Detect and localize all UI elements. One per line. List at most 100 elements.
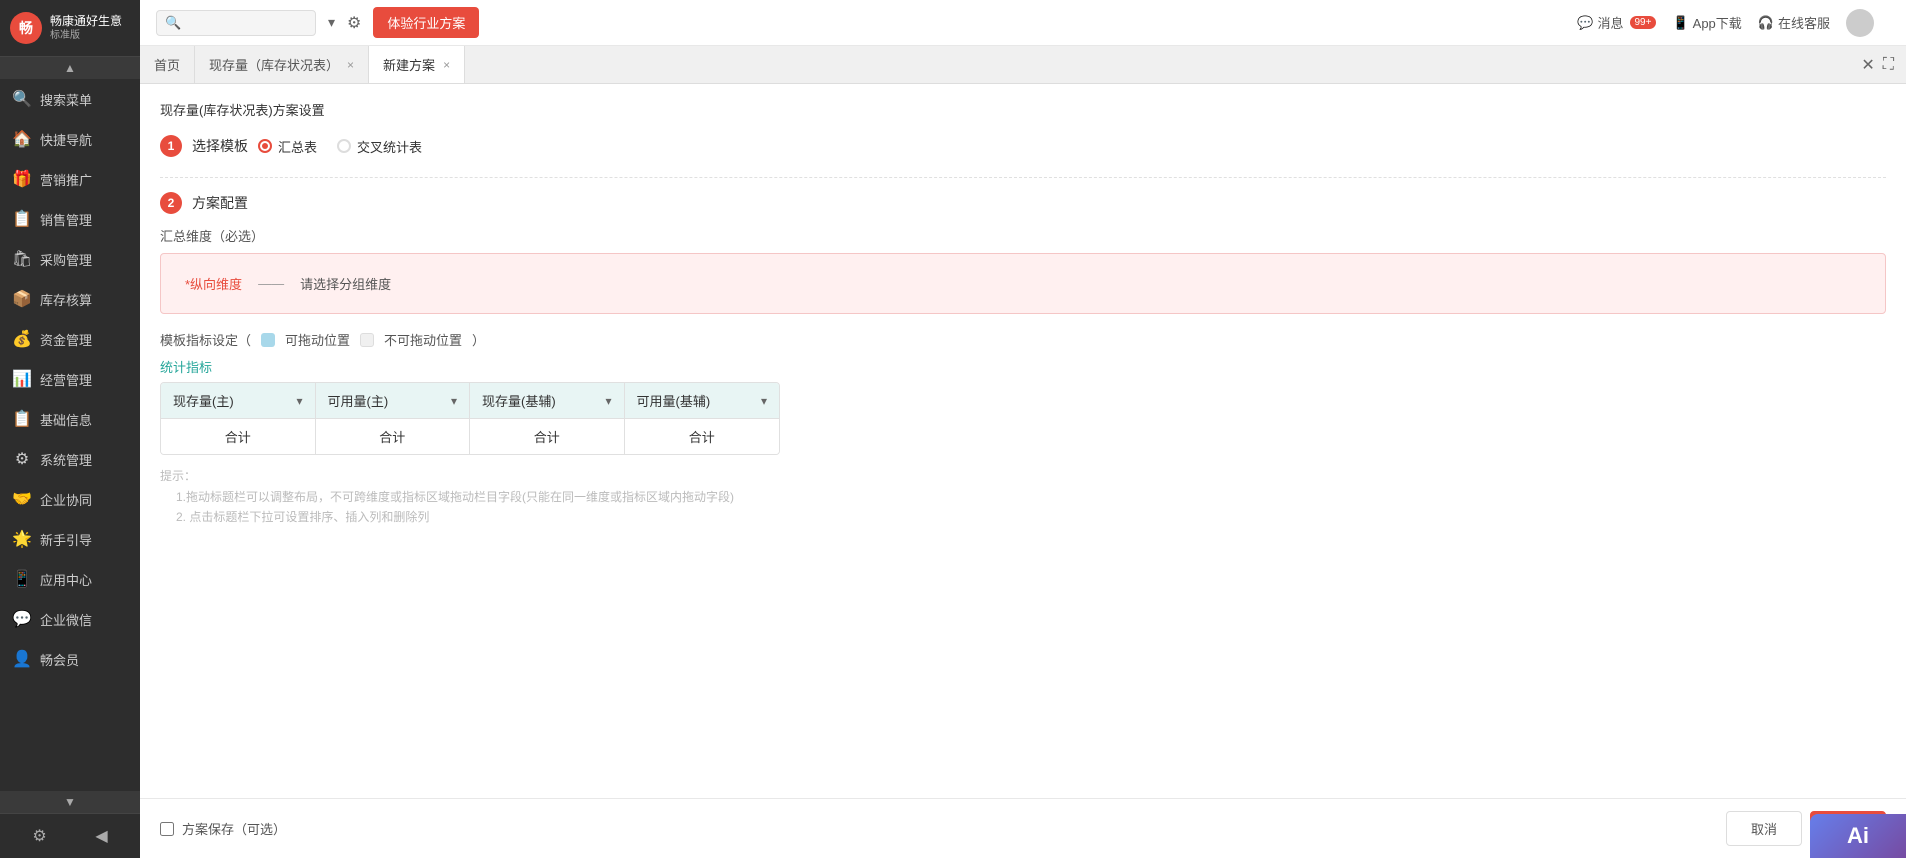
ai-badge[interactable]: Ai [1810, 814, 1906, 858]
sidebar-scroll-down[interactable]: ▼ [0, 791, 140, 813]
sidebar-item-operations[interactable]: 📊 经营管理 [0, 359, 140, 399]
home-icon: 🏠 [12, 129, 32, 149]
stats-table-body: 合计 合计 合计 合计 [161, 418, 779, 454]
sidebar-item-marketing[interactable]: 🎁 营销推广 [0, 159, 140, 199]
search-magnifier-icon: 🔍 [165, 15, 181, 31]
section2-header: 2 方案配置 [160, 192, 1886, 214]
tabs-expand-btn[interactable]: ⛶ [1883, 56, 1894, 74]
radio-summary-dot [258, 139, 272, 153]
sidebar-bottom: ⚙ ◀ [0, 813, 140, 858]
sidebar-item-quick-nav[interactable]: 🏠 快捷导航 [0, 119, 140, 159]
col-1-dropdown-icon[interactable]: ▾ [296, 394, 302, 408]
tab-new-scheme-close[interactable] [443, 58, 450, 72]
cancel-button[interactable]: 取消 [1726, 811, 1802, 846]
sidebar-item-member[interactable]: 👤 畅会员 [0, 639, 140, 679]
topbar-search-box[interactable]: 🔍 [156, 10, 316, 36]
stats-cell-2: 合计 [316, 418, 471, 454]
section-scheme-config: 2 方案配置 汇总维度（必选） *纵向维度 —— 请选择分组维度 模板指标设定（… [160, 192, 1886, 525]
draggable-badge [261, 333, 275, 347]
sidebar-item-finance[interactable]: 💰 资金管理 [0, 319, 140, 359]
tab-new-scheme[interactable]: 新建方案 [369, 46, 465, 83]
sidebar-item-app-center[interactable]: 📱 应用中心 [0, 559, 140, 599]
sidebar-item-sales[interactable]: 📋 销售管理 [0, 199, 140, 239]
tab-inventory-close[interactable] [347, 58, 354, 72]
sidebar-item-inventory[interactable]: 📦 库存核算 [0, 279, 140, 319]
inventory-icon: 📦 [12, 289, 32, 309]
tabs-bar: 首页 现存量（库存状况表） 新建方案 ✕ ⛶ [140, 46, 1906, 84]
stats-cell-3: 合计 [470, 418, 625, 454]
stats-col-3-header[interactable]: 现存量(基辅) ▾ [470, 383, 625, 418]
search-input[interactable] [187, 16, 287, 30]
sidebar-item-basic-info[interactable]: 📋 基础信息 [0, 399, 140, 439]
sidebar-item-enterprise-wechat[interactable]: 💬 企业微信 [0, 599, 140, 639]
app-logo-text: 畅康通好生意 标准版 [50, 13, 122, 44]
topbar-right: 💬 消息 99+ 📱 App下载 🎧 在线客服 [1577, 9, 1890, 37]
tab-inventory[interactable]: 现存量（库存状况表） [195, 46, 369, 83]
purchase-icon: 🛍 [12, 249, 32, 269]
col-2-dropdown-icon[interactable]: ▾ [451, 394, 457, 408]
topbar-gear-icon[interactable]: ⚙ [347, 13, 361, 33]
trial-btn[interactable]: 体验行业方案 [373, 7, 479, 38]
avatar[interactable] [1846, 9, 1874, 37]
sidebar-collapse-btn[interactable]: ◀ [91, 822, 111, 850]
radio-summary[interactable]: 汇总表 [258, 137, 317, 156]
tabs-right-controls: ✕ ⛶ [1861, 55, 1906, 75]
tips-section: 提示： 1.拖动标题栏可以调整布局，不可跨维度或指标区域拖动栏目字段(只能在同一… [160, 467, 1886, 525]
footer: 方案保存（可选） 取消 查询 [140, 798, 1906, 858]
stats-section-label: 统计指标 [160, 357, 1886, 376]
app-logo-icon: 畅 [10, 12, 42, 44]
stats-col-4-header[interactable]: 可用量(基辅) ▾ [625, 383, 780, 418]
sales-icon: 📋 [12, 209, 32, 229]
indicator-label: 模板指标设定（ 可拖动位置 不可拖动位置 ） [160, 330, 1886, 349]
dimension-label: 汇总维度（必选） [160, 226, 1886, 245]
app-download-icon: 📱 [1672, 15, 1688, 31]
tips-item-1: 1.拖动标题栏可以调整布局，不可跨维度或指标区域拖动栏目字段(只能在同一维度或指… [160, 488, 1886, 505]
radio-cross[interactable]: 交叉统计表 [337, 137, 422, 156]
stats-table: 现存量(主) ▾ 可用量(主) ▾ 现存量(基辅) ▾ 可用量(基辅) [160, 382, 780, 455]
messages-badge: 99+ [1630, 16, 1657, 29]
sidebar-item-new-guide[interactable]: 🌟 新手引导 [0, 519, 140, 559]
tab-home[interactable]: 首页 [140, 46, 195, 83]
online-service-btn[interactable]: 🎧 在线客服 [1758, 13, 1830, 32]
section2-title: 方案配置 [192, 193, 248, 213]
radio-cross-dot [337, 139, 351, 153]
tips-item-2: 2. 点击标题栏下拉可设置排序、插入列和删除列 [160, 508, 1886, 525]
finance-icon: 💰 [12, 329, 32, 349]
sidebar-logo: 畅 畅康通好生意 标准版 [0, 0, 140, 57]
dimension-area[interactable]: *纵向维度 —— 请选择分组维度 [160, 253, 1886, 314]
sidebar: 畅 畅康通好生意 标准版 ▲ 🔍 搜索菜单 🏠 快捷导航 🎁 营销推广 📋 销售… [0, 0, 140, 858]
member-icon: 👤 [12, 649, 32, 669]
section1-header: 1 选择模板 汇总表 交叉统计表 [160, 135, 1886, 157]
sidebar-item-search-menu[interactable]: 🔍 搜索菜单 [0, 79, 140, 119]
search-dropdown-btn[interactable] [328, 14, 335, 31]
stats-col-2-header[interactable]: 可用量(主) ▾ [316, 383, 471, 418]
dimension-dash: —— [258, 276, 284, 291]
stats-col-1-header[interactable]: 现存量(主) ▾ [161, 383, 316, 418]
tips-title: 提示： [160, 467, 1886, 484]
messages-btn[interactable]: 💬 消息 99+ [1577, 13, 1656, 32]
save-checkbox[interactable] [160, 822, 174, 836]
sidebar-settings-btn[interactable]: ⚙ [28, 822, 50, 850]
dimension-placeholder: 请选择分组维度 [300, 274, 391, 293]
sidebar-item-purchase[interactable]: 🛍 采购管理 [0, 239, 140, 279]
sidebar-item-enterprise[interactable]: 🤝 企业协同 [0, 479, 140, 519]
basic-info-icon: 📋 [12, 409, 32, 429]
stats-cell-4: 合计 [625, 418, 780, 454]
col-3-dropdown-icon[interactable]: ▾ [605, 394, 611, 408]
sidebar-item-system[interactable]: ⚙ 系统管理 [0, 439, 140, 479]
tabs-collapse-btn[interactable]: ✕ [1861, 55, 1874, 75]
col-4-dropdown-icon[interactable]: ▾ [761, 394, 767, 408]
section2-number: 2 [160, 192, 182, 214]
page-title: 现存量(库存状况表)方案设置 [160, 100, 1886, 119]
section1-title: 选择模板 [192, 136, 248, 156]
main-content: 🔍 ⚙ 体验行业方案 💬 消息 99+ 📱 App下载 🎧 在线客服 [140, 0, 1906, 858]
indicator-section: 模板指标设定（ 可拖动位置 不可拖动位置 ） 统计指标 现存量(主) ▾ [160, 330, 1886, 455]
enterprise-icon: 🤝 [12, 489, 32, 509]
app-download-btn[interactable]: 📱 App下载 [1672, 13, 1741, 32]
section1-number: 1 [160, 135, 182, 157]
section-choose-template: 1 选择模板 汇总表 交叉统计表 [160, 135, 1886, 157]
messages-icon: 💬 [1577, 15, 1593, 31]
wechat-icon: 💬 [12, 609, 32, 629]
sidebar-scroll-up[interactable]: ▲ [0, 57, 140, 79]
system-icon: ⚙ [12, 449, 32, 469]
